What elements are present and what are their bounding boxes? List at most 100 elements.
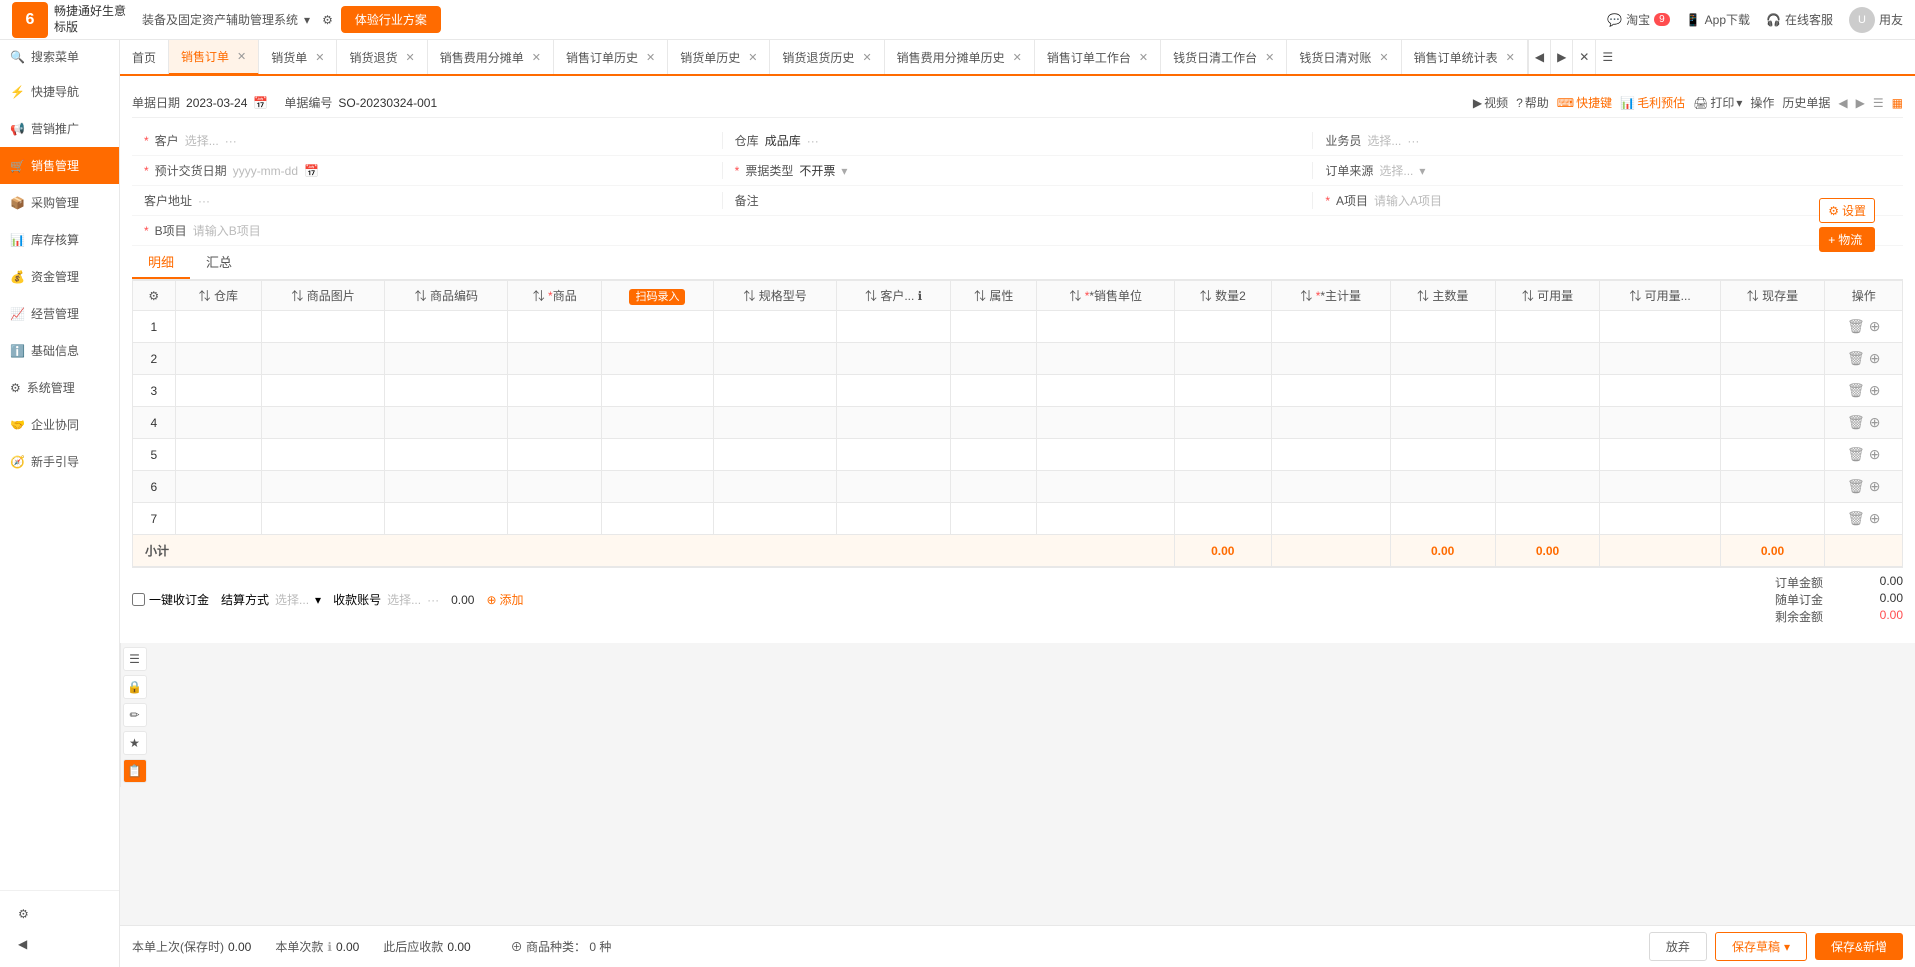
setup-button[interactable]: ⚙ 设置 [1819, 198, 1875, 223]
row-warehouse-6[interactable] [175, 471, 261, 503]
industry-btn[interactable]: 体验行业方案 [341, 6, 441, 33]
row-unit-2[interactable] [1037, 343, 1175, 375]
tab-sales-goods[interactable]: 销货单 ✕ [259, 40, 337, 75]
tab-sales-stats[interactable]: 销售订单统计表 ✕ [1402, 40, 1528, 75]
customer-input[interactable]: 选择... [185, 132, 219, 149]
sidebar-item-collab[interactable]: 🤝 企业协同 [0, 406, 119, 443]
copy-icon[interactable]: ⊕ [1869, 446, 1881, 463]
row-goods-1[interactable] [508, 311, 602, 343]
th-unit[interactable]: ⇅ **销售单位 [1037, 281, 1175, 311]
th-spec[interactable]: ⇅ 规格型号 [713, 281, 836, 311]
add-btn[interactable]: ⊕ 添加 [486, 591, 523, 608]
row-unit-7[interactable] [1037, 503, 1175, 535]
row-avail-2[interactable] [1495, 343, 1600, 375]
row-warehouse-3[interactable] [175, 375, 261, 407]
th-code[interactable]: ⇅ 商品编码 [385, 281, 508, 311]
delete-icon[interactable]: 🗑 [1847, 510, 1865, 527]
row-stock-4[interactable] [1720, 407, 1825, 439]
row-custcode-5[interactable] [837, 439, 951, 471]
copy-icon[interactable]: ⊕ [1869, 318, 1881, 335]
message-item[interactable]: 💬 淘宝 9 [1607, 11, 1670, 28]
row-avail-4[interactable] [1495, 407, 1600, 439]
row-spec-1[interactable] [713, 311, 836, 343]
row-custcode-4[interactable] [837, 407, 951, 439]
row-code-1[interactable] [385, 311, 508, 343]
b-project-input[interactable]: 请输入B项目 [193, 222, 261, 239]
row-warehouse-2[interactable] [175, 343, 261, 375]
row-avail-7[interactable] [1495, 503, 1600, 535]
th-customer-code[interactable]: ⇅ 客户... ℹ [837, 281, 951, 311]
tab-fee-split[interactable]: 销售费用分摊单 ✕ [428, 40, 554, 75]
dropdown-arrow-icon[interactable]: ▾ [304, 13, 310, 27]
row-code-5[interactable] [385, 439, 508, 471]
row-warehouse-1[interactable] [175, 311, 261, 343]
row-custcode-7[interactable] [837, 503, 951, 535]
delete-icon[interactable]: 🗑 [1847, 350, 1865, 367]
row-mainqty-3[interactable] [1390, 375, 1495, 407]
tab-goods-history[interactable]: 销货单历史 ✕ [668, 40, 770, 75]
row-code-3[interactable] [385, 375, 508, 407]
payment-dropdown-icon[interactable]: ▾ [315, 593, 321, 607]
th-available2[interactable]: ⇅ 可用量... [1600, 281, 1720, 311]
staff-input[interactable]: 选择... [1367, 132, 1401, 149]
tab-close-icon[interactable]: ✕ [748, 51, 757, 64]
row-mainunit-3[interactable] [1271, 375, 1390, 407]
tab-sales-order[interactable]: 销售订单 ✕ [169, 40, 259, 75]
tab-fee-history[interactable]: 销售费用分摊单历史 ✕ [885, 40, 1035, 75]
tab-next-btn[interactable]: ▶ [1550, 40, 1572, 75]
row-goods-2[interactable] [508, 343, 602, 375]
warehouse-more-icon[interactable]: ··· [807, 134, 819, 148]
delivery-calendar-icon[interactable]: 📅 [304, 164, 319, 178]
row-stock-2[interactable] [1720, 343, 1825, 375]
user-item[interactable]: U 用友 [1849, 7, 1903, 33]
sidebar-search-item[interactable]: 🔍 搜索菜单 [0, 40, 119, 73]
row-spec-3[interactable] [713, 375, 836, 407]
row-qty2-6[interactable] [1174, 471, 1271, 503]
discard-button[interactable]: 放弃 [1649, 932, 1707, 961]
print-action[interactable]: 🖨 打印 ▾ [1693, 94, 1742, 111]
row-mainqty-6[interactable] [1390, 471, 1495, 503]
tab-close-all-btn[interactable]: ✕ [1572, 40, 1595, 75]
row-qty2-7[interactable] [1174, 503, 1271, 535]
grid-view-icon[interactable]: ▦ [1892, 96, 1903, 110]
account-more-icon[interactable]: ··· [427, 593, 439, 607]
tab-detail[interactable]: 明细 [132, 246, 190, 279]
tab-summary[interactable]: 汇总 [190, 246, 248, 279]
row-unit-1[interactable] [1037, 311, 1175, 343]
row-avail2-4[interactable] [1600, 407, 1720, 439]
customer-more-icon[interactable]: ··· [225, 134, 237, 148]
row-qty2-3[interactable] [1174, 375, 1271, 407]
row-attr-1[interactable] [951, 311, 1037, 343]
tab-close-icon[interactable]: ✕ [1506, 51, 1515, 64]
profit-action[interactable]: 📊 毛利预估 [1620, 94, 1685, 111]
row-unit-4[interactable] [1037, 407, 1175, 439]
history-prev-icon[interactable]: ◀ [1838, 96, 1847, 110]
row-code-2[interactable] [385, 343, 508, 375]
row-custcode-2[interactable] [837, 343, 951, 375]
sidebar-item-marketing[interactable]: 📢 营销推广 [0, 110, 119, 147]
row-mainunit-4[interactable] [1271, 407, 1390, 439]
row-spec-2[interactable] [713, 343, 836, 375]
row-spec-7[interactable] [713, 503, 836, 535]
copy-icon[interactable]: ⊕ [1869, 382, 1881, 399]
save-draft-button[interactable]: 保存草稿 ▾ [1715, 932, 1807, 961]
row-stock-7[interactable] [1720, 503, 1825, 535]
sidebar-item-inventory[interactable]: 📊 库存核算 [0, 221, 119, 258]
row-warehouse-5[interactable] [175, 439, 261, 471]
row-spec-5[interactable] [713, 439, 836, 471]
tab-cash-reconcile[interactable]: 钱货日清对账 ✕ [1287, 40, 1401, 75]
th-main-unit[interactable]: ⇅ **主计量 [1271, 281, 1390, 311]
row-custcode-1[interactable] [837, 311, 951, 343]
delete-icon[interactable]: 🗑 [1847, 446, 1865, 463]
row-avail-1[interactable] [1495, 311, 1600, 343]
right-icon-star[interactable]: ★ [123, 731, 147, 755]
delete-icon[interactable]: 🗑 [1847, 318, 1865, 335]
right-icon-edit[interactable]: ✏ [123, 703, 147, 727]
row-goods-5[interactable] [508, 439, 602, 471]
account-input[interactable]: 选择... [387, 591, 421, 608]
row-image-1[interactable] [261, 311, 384, 343]
sidebar-collapse-item[interactable]: ◀ [8, 929, 111, 959]
delivery-input[interactable]: yyyy-mm-dd [233, 164, 298, 178]
row-qty2-1[interactable] [1174, 311, 1271, 343]
row-stock-5[interactable] [1720, 439, 1825, 471]
